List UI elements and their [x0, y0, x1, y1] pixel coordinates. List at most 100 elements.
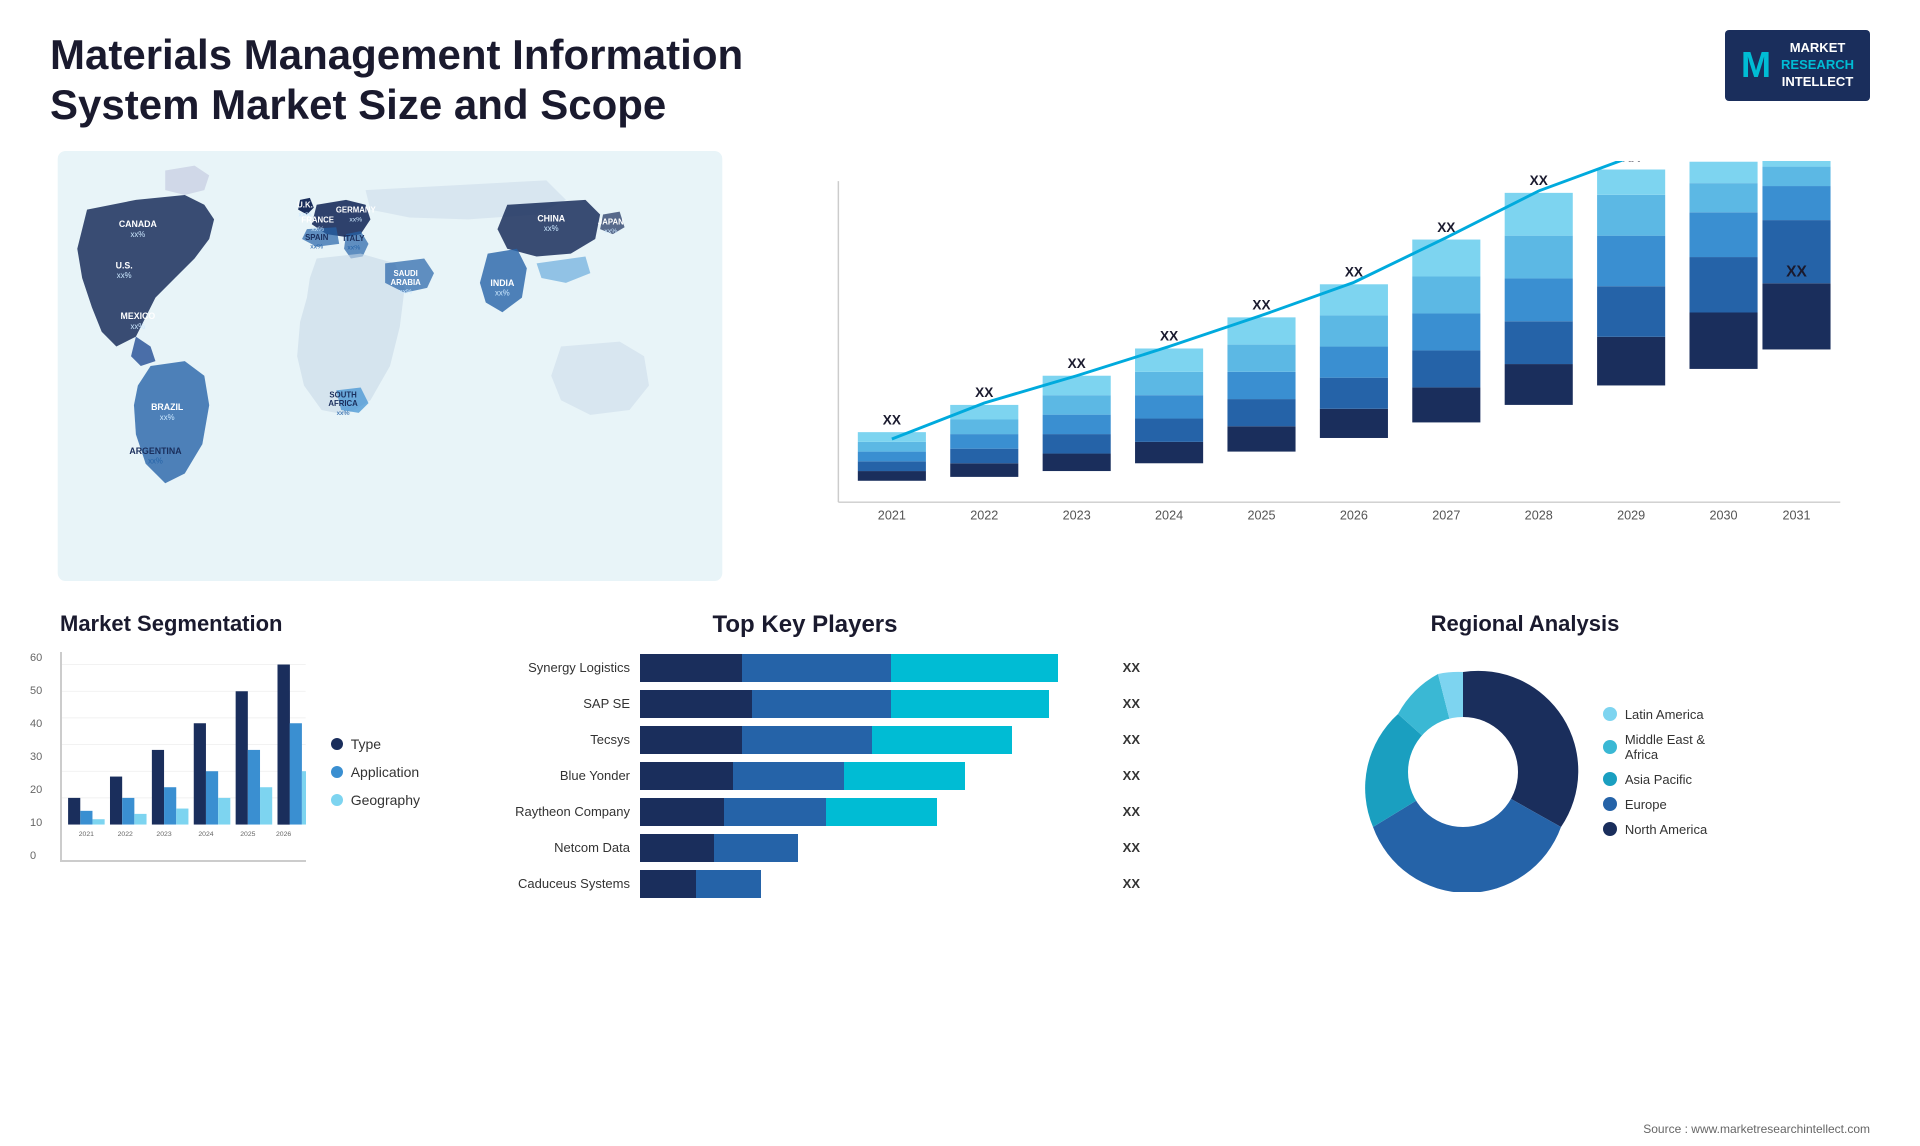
svg-text:INDIA: INDIA	[490, 278, 515, 288]
svg-text:xx%: xx%	[349, 216, 362, 223]
map-section: CANADA xx% U.S. xx% MEXICO xx% BRAZIL xx…	[50, 151, 730, 581]
svg-text:XX: XX	[1068, 356, 1086, 371]
player-bar	[640, 690, 1105, 718]
regional-section: Regional Analysis	[1180, 601, 1870, 908]
svg-text:xx%: xx%	[399, 288, 412, 295]
svg-text:2026: 2026	[276, 831, 291, 838]
seg-chart-svg: 2021 2022 2023	[60, 652, 306, 862]
svg-text:XX: XX	[1437, 220, 1455, 235]
svg-text:U.S.: U.S.	[116, 260, 133, 270]
latin-america-color	[1603, 707, 1617, 721]
source-text: Source : www.marketresearchintellect.com	[1643, 1122, 1870, 1136]
svg-text:xx%: xx%	[310, 244, 323, 251]
svg-text:SAUDI: SAUDI	[394, 269, 418, 278]
svg-text:XX: XX	[1252, 297, 1270, 312]
player-label: Synergy Logistics	[470, 660, 630, 675]
donut-area: Latin America Middle East &Africa Asia P…	[1190, 652, 1860, 892]
svg-text:xx%: xx%	[148, 457, 163, 466]
svg-text:ARABIA: ARABIA	[390, 278, 421, 287]
svg-text:CANADA: CANADA	[119, 219, 158, 229]
svg-text:XX: XX	[1622, 161, 1640, 165]
player-bar	[640, 762, 1105, 790]
north-america-color	[1603, 822, 1617, 836]
growth-chart-svg: 2021 XX 2022 XX 2023 XX	[780, 161, 1850, 571]
svg-text:GERMANY: GERMANY	[336, 205, 377, 214]
svg-text:2021: 2021	[878, 508, 906, 522]
svg-text:2026: 2026	[1340, 508, 1368, 522]
player-bar	[640, 834, 1105, 862]
middle-east-color	[1603, 740, 1617, 754]
svg-text:2029: 2029	[1617, 508, 1645, 522]
svg-text:xx%: xx%	[347, 244, 360, 251]
legend-europe: Europe	[1603, 797, 1707, 812]
svg-text:2031: 2031	[1782, 508, 1810, 522]
svg-text:ITALY: ITALY	[343, 234, 365, 243]
svg-text:xx%: xx%	[337, 410, 350, 417]
legend-asia-pacific: Asia Pacific	[1603, 772, 1707, 787]
svg-text:xx%: xx%	[130, 230, 145, 239]
svg-text:CHINA: CHINA	[537, 213, 565, 223]
regional-title: Regional Analysis	[1190, 611, 1860, 637]
players-bar-chart: Synergy Logistics XX SAP SE X	[470, 654, 1140, 898]
svg-text:2025: 2025	[240, 831, 255, 838]
type-color	[331, 738, 343, 750]
logo-box: M MARKET RESEARCH INTELLECT	[1725, 30, 1870, 101]
player-tecsys: Tecsys XX	[470, 726, 1140, 754]
svg-text:ARGENTINA: ARGENTINA	[129, 446, 182, 456]
svg-text:2022: 2022	[970, 508, 998, 522]
player-caduceus: Caduceus Systems XX	[470, 870, 1140, 898]
chart-section: 2021 XX 2022 XX 2023 XX	[760, 151, 1870, 581]
svg-text:xx%: xx%	[130, 322, 145, 331]
legend-north-america: North America	[1603, 822, 1707, 837]
logo-text: MARKET RESEARCH INTELLECT	[1781, 40, 1854, 91]
svg-text:AFRICA: AFRICA	[328, 399, 358, 408]
player-label: Netcom Data	[470, 840, 630, 855]
svg-text:JAPAN: JAPAN	[598, 217, 624, 226]
svg-text:MEXICO: MEXICO	[121, 311, 156, 321]
svg-text:xx%: xx%	[544, 224, 559, 233]
seg-content: 60 50 40 30 20 10 0	[60, 652, 420, 892]
svg-text:2024: 2024	[198, 831, 213, 838]
svg-text:2024: 2024	[1155, 508, 1183, 522]
top-row: CANADA xx% U.S. xx% MEXICO xx% BRAZIL xx…	[50, 151, 1870, 591]
svg-text:2028: 2028	[1525, 508, 1553, 522]
legend-geography: Geography	[331, 792, 420, 808]
segmentation-title: Market Segmentation	[60, 611, 420, 637]
svg-text:BRAZIL: BRAZIL	[151, 402, 184, 412]
player-raytheon: Raytheon Company XX	[470, 798, 1140, 826]
svg-text:XX: XX	[975, 385, 993, 400]
svg-text:U.K.: U.K.	[297, 200, 313, 209]
page-title: Materials Management Information System …	[50, 30, 750, 131]
europe-color	[1603, 797, 1617, 811]
svg-text:XX: XX	[1530, 173, 1548, 188]
players-section: Top Key Players Synergy Logistics XX SAP…	[460, 601, 1150, 908]
logo-area: M MARKET RESEARCH INTELLECT	[1725, 30, 1870, 101]
player-bar	[640, 798, 1105, 826]
svg-text:2023: 2023	[1063, 508, 1091, 522]
svg-text:2022: 2022	[118, 831, 133, 838]
svg-text:2025: 2025	[1247, 508, 1275, 522]
page-container: Materials Management Information System …	[0, 0, 1920, 1146]
seg-legend: Type Application Geography	[321, 652, 420, 892]
player-blue-yonder: Blue Yonder XX	[470, 762, 1140, 790]
svg-text:XX: XX	[883, 412, 901, 427]
svg-text:SPAIN: SPAIN	[305, 233, 329, 242]
player-label: SAP SE	[470, 696, 630, 711]
svg-text:2023: 2023	[156, 831, 171, 838]
svg-text:XX: XX	[1786, 263, 1807, 280]
svg-text:2027: 2027	[1432, 508, 1460, 522]
player-sap: SAP SE XX	[470, 690, 1140, 718]
regional-legend: Latin America Middle East &Africa Asia P…	[1603, 707, 1707, 837]
player-synergy: Synergy Logistics XX	[470, 654, 1140, 682]
player-label: Tecsys	[470, 732, 630, 747]
asia-pacific-color	[1603, 772, 1617, 786]
header: Materials Management Information System …	[50, 30, 1870, 131]
svg-text:2030: 2030	[1709, 508, 1737, 522]
player-bar	[640, 870, 1105, 898]
player-netcom: Netcom Data XX	[470, 834, 1140, 862]
legend-application: Application	[331, 764, 420, 780]
svg-text:SOUTH: SOUTH	[329, 390, 357, 399]
svg-text:XX: XX	[1345, 264, 1363, 279]
middle-east-label: Middle East &Africa	[1625, 732, 1705, 762]
world-map-svg: CANADA xx% U.S. xx% MEXICO xx% BRAZIL xx…	[50, 151, 730, 581]
